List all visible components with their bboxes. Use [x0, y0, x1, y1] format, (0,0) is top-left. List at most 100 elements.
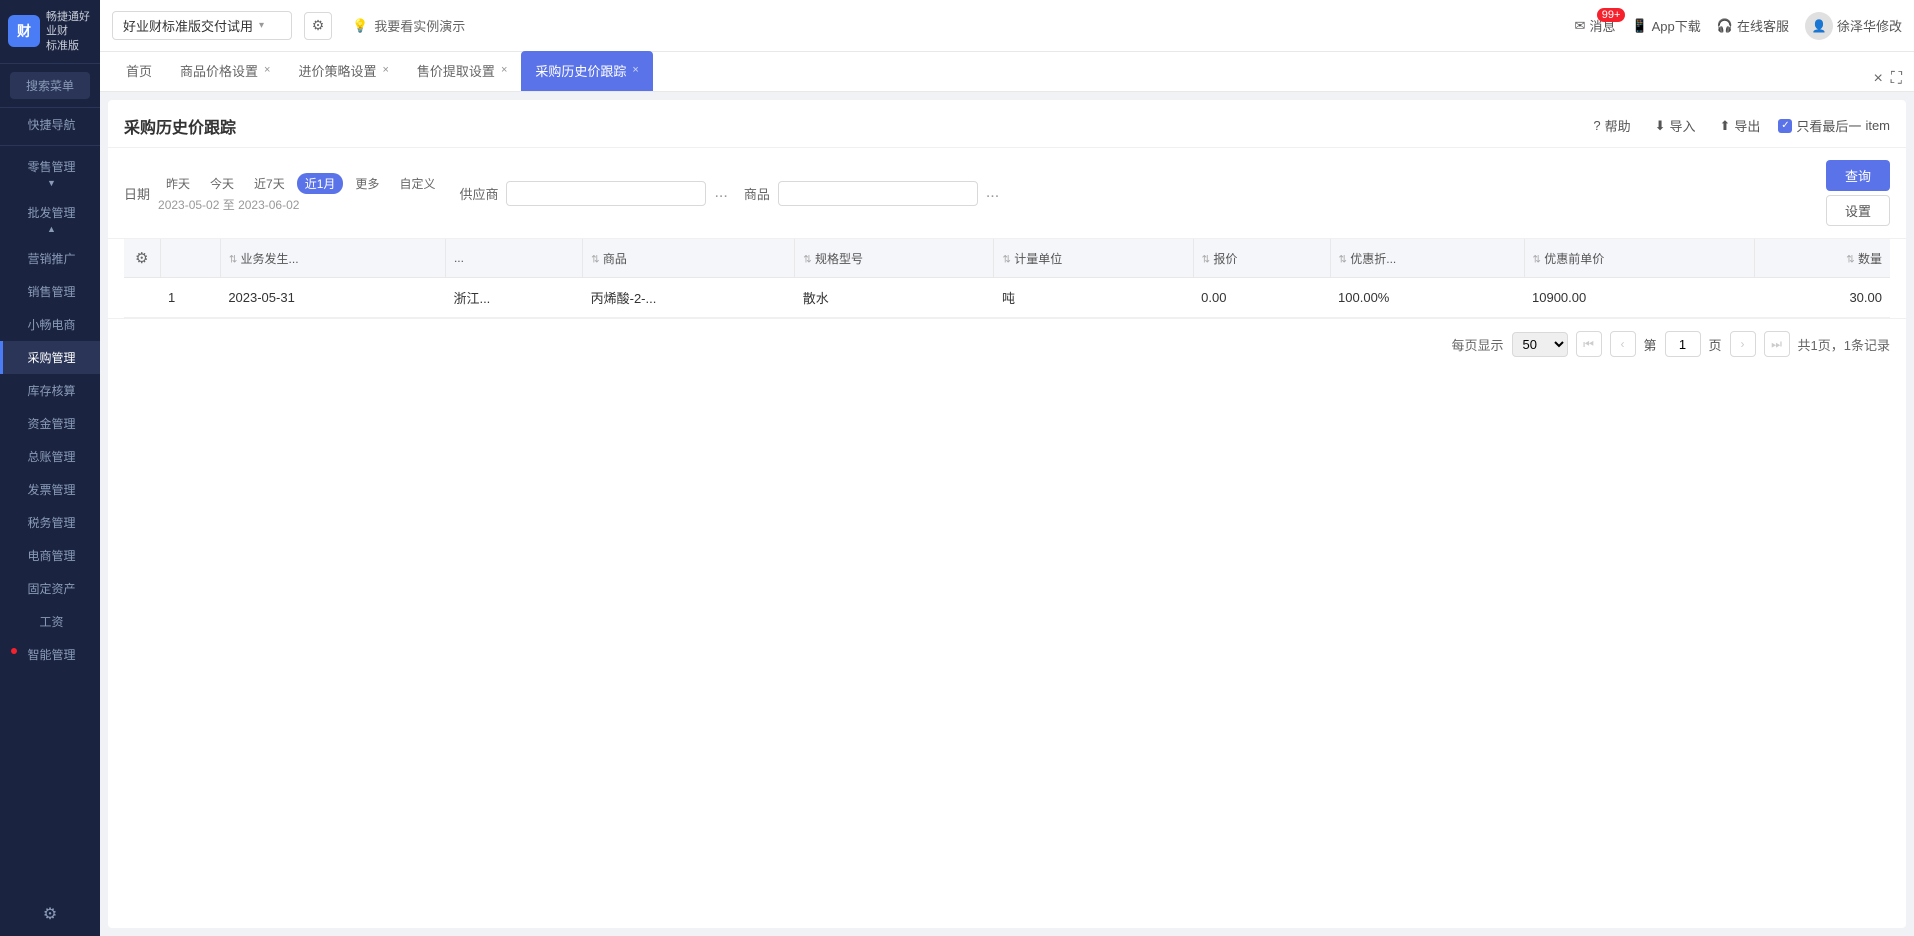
quick-nav-label: 快捷导航 — [27, 116, 75, 133]
help-button[interactable]: ? 帮助 — [1587, 112, 1636, 139]
spec-sort-icon[interactable]: ⇅ — [803, 254, 811, 265]
date-option-today[interactable]: 今天 — [202, 173, 242, 194]
page-actions: ? 帮助 ⬇ 导入 ⬆ 导出 ✓ 只看最后一 item — [1587, 112, 1890, 139]
page-input[interactable] — [1665, 331, 1701, 357]
row-discount-cell: 100.00% — [1330, 278, 1524, 318]
header-gear-button[interactable]: ⚙ — [304, 12, 332, 40]
search-menu-label[interactable]: 搜索菜单 — [10, 72, 90, 99]
import-button[interactable]: ⬇ 导入 — [1649, 112, 1702, 139]
supplier-dots[interactable]: ... — [714, 184, 727, 202]
main-area: 好业财标准版交付试用 ▾ ⚙ 💡 我要看实例演示 ✉ 消息 99+ 📱 App下… — [100, 0, 1914, 936]
only-last-checkbox[interactable]: ✓ 只看最后一 item — [1778, 116, 1890, 135]
tab-sale-price-close-icon[interactable]: × — [501, 64, 507, 76]
item-text: item — [1865, 118, 1890, 133]
tab-price[interactable]: 商品价格设置 × — [166, 51, 284, 91]
goods-dots[interactable]: ... — [986, 184, 999, 202]
setting-button[interactable]: 设置 — [1826, 195, 1890, 226]
row-qty-cell: 30.00 — [1754, 278, 1890, 318]
date-option-yesterday[interactable]: 昨天 — [158, 173, 198, 194]
tab-purchase-history[interactable]: 采购历史价跟踪 × — [521, 51, 652, 91]
user-menu-button[interactable]: 👤 徐泽华修改 — [1805, 12, 1902, 40]
sidebar-item-tax[interactable]: 税务管理 — [0, 506, 100, 539]
row-spec-cell: 散水 — [795, 278, 994, 318]
sidebar-item-inventory[interactable]: 库存核算 — [0, 374, 100, 407]
table-header-discount: ⇅ 优惠折... — [1330, 239, 1524, 278]
table-header-dots: ... — [445, 239, 582, 278]
discount-sort-icon[interactable]: ⇅ — [1339, 254, 1347, 265]
tab-close-button[interactable]: × — [1873, 71, 1882, 87]
app-download-button[interactable]: 📱 App下载 — [1631, 16, 1700, 35]
version-selector-text: 好业财标准版交付试用 — [123, 16, 253, 35]
page-first-button[interactable]: ⏮ — [1576, 331, 1602, 357]
sidebar-item-invoice[interactable]: 发票管理 — [0, 473, 100, 506]
demo-button[interactable]: 💡 我要看实例演示 — [344, 12, 473, 39]
row-supplier-cell: 浙江... — [445, 278, 582, 318]
sidebar-item-assets[interactable]: 固定资产 — [0, 572, 100, 605]
unit-sort-icon[interactable]: ⇅ — [1002, 254, 1010, 265]
sidebar-item-marketing[interactable]: 营销推广 — [0, 242, 100, 275]
page-last-button[interactable]: ⏭ — [1764, 331, 1790, 357]
sidebar-item-sales[interactable]: 销售管理 — [0, 275, 100, 308]
sidebar-item-ecommerce-small[interactable]: 小畅电商 — [0, 308, 100, 341]
sidebar-item-quick-nav[interactable]: 快捷导航 — [0, 108, 100, 141]
sidebar-search[interactable]: 搜索菜单 — [0, 64, 100, 108]
app-download-label: App下载 — [1652, 16, 1701, 35]
tab-strategy[interactable]: 进价策略设置 × — [284, 51, 402, 91]
sidebar-gear-button[interactable]: ⚙ — [0, 892, 100, 936]
row-date-cell: 2023-05-31 — [220, 278, 445, 318]
sidebar-item-ecommerce[interactable]: 电商管理 — [0, 539, 100, 572]
page-prev-button[interactable]: ‹ — [1610, 331, 1636, 357]
smart-label: 智能管理 — [27, 646, 75, 663]
sidebar-item-wholesale[interactable]: 批发管理 ▲ — [0, 196, 100, 242]
qty-sort-icon[interactable]: ⇅ — [1846, 254, 1854, 265]
date-option-7days[interactable]: 近7天 — [246, 173, 293, 194]
tab-purchase-history-label: 采购历史价跟踪 — [535, 61, 626, 80]
supplier-input[interactable] — [506, 181, 706, 206]
inventory-label: 库存核算 — [27, 382, 75, 399]
date-option-1month[interactable]: 近1月 — [297, 173, 344, 194]
online-service-button[interactable]: 🎧 在线客服 — [1717, 16, 1789, 35]
goods-sort-icon[interactable]: ⇅ — [591, 254, 599, 265]
tab-expand-button[interactable]: ⛶ — [1891, 71, 1902, 87]
sidebar-item-ledger[interactable]: 总账管理 — [0, 440, 100, 473]
tab-sale-price[interactable]: 售价提取设置 × — [403, 51, 521, 91]
row-gear-cell — [124, 278, 160, 318]
query-button[interactable]: 查询 — [1826, 160, 1890, 191]
per-page-label: 每页显示 — [1451, 335, 1503, 354]
tab-price-close-icon[interactable]: × — [264, 64, 270, 76]
date-option-custom[interactable]: 自定义 — [391, 173, 443, 194]
date-sort-icon[interactable]: ⇅ — [229, 254, 237, 265]
row-goods-cell: 丙烯酸-2-... — [583, 278, 795, 318]
row-index-cell: 1 — [160, 278, 220, 318]
date-option-more[interactable]: 更多 — [347, 173, 387, 194]
sidebar-item-payroll[interactable]: 工资 — [0, 605, 100, 638]
per-page-select[interactable]: 20 50 100 — [1512, 332, 1568, 357]
message-badge: 99+ — [1597, 8, 1626, 22]
tab-strategy-label: 进价策略设置 — [298, 61, 376, 80]
sidebar-item-retail[interactable]: 零售管理 ▼ — [0, 150, 100, 196]
page-next-button[interactable]: › — [1730, 331, 1756, 357]
ledger-label: 总账管理 — [27, 448, 75, 465]
ecommerce-label: 电商管理 — [27, 547, 75, 564]
tab-home[interactable]: 首页 — [112, 51, 166, 91]
date-filter-group: 日期 昨天 今天 近7天 近1月 更多 自定义 2023-05-02 至 202… — [124, 173, 443, 213]
export-button[interactable]: ⬆ 导出 — [1714, 112, 1767, 139]
checkbox-checked-icon: ✓ — [1778, 119, 1792, 133]
tab-sale-price-label: 售价提取设置 — [417, 61, 495, 80]
tab-purchase-history-close-icon[interactable]: × — [632, 64, 638, 76]
page-title: 采购历史价跟踪 — [124, 114, 236, 138]
sidebar-item-purchase[interactable]: 采购管理 — [0, 341, 100, 374]
version-selector[interactable]: 好业财标准版交付试用 ▾ — [112, 11, 292, 40]
message-button[interactable]: ✉ 消息 99+ — [1575, 16, 1616, 35]
sidebar-item-finance[interactable]: 资金管理 — [0, 407, 100, 440]
sidebar-logo: 财 畅捷通好业财 标准版 — [0, 0, 100, 64]
sidebar-item-smart[interactable]: 智能管理 — [0, 638, 100, 671]
table-header-pre-discount-price: ⇅ 优惠前单价 — [1524, 239, 1754, 278]
sidebar-divider-1 — [0, 145, 100, 146]
tab-strategy-close-icon[interactable]: × — [382, 64, 388, 76]
price-sort-icon[interactable]: ⇅ — [1202, 254, 1210, 265]
help-icon: ? — [1593, 118, 1600, 133]
goods-input[interactable] — [778, 181, 978, 206]
pre-discount-sort-icon[interactable]: ⇅ — [1533, 254, 1541, 265]
table-gear-icon[interactable]: ⚙ — [135, 249, 148, 267]
